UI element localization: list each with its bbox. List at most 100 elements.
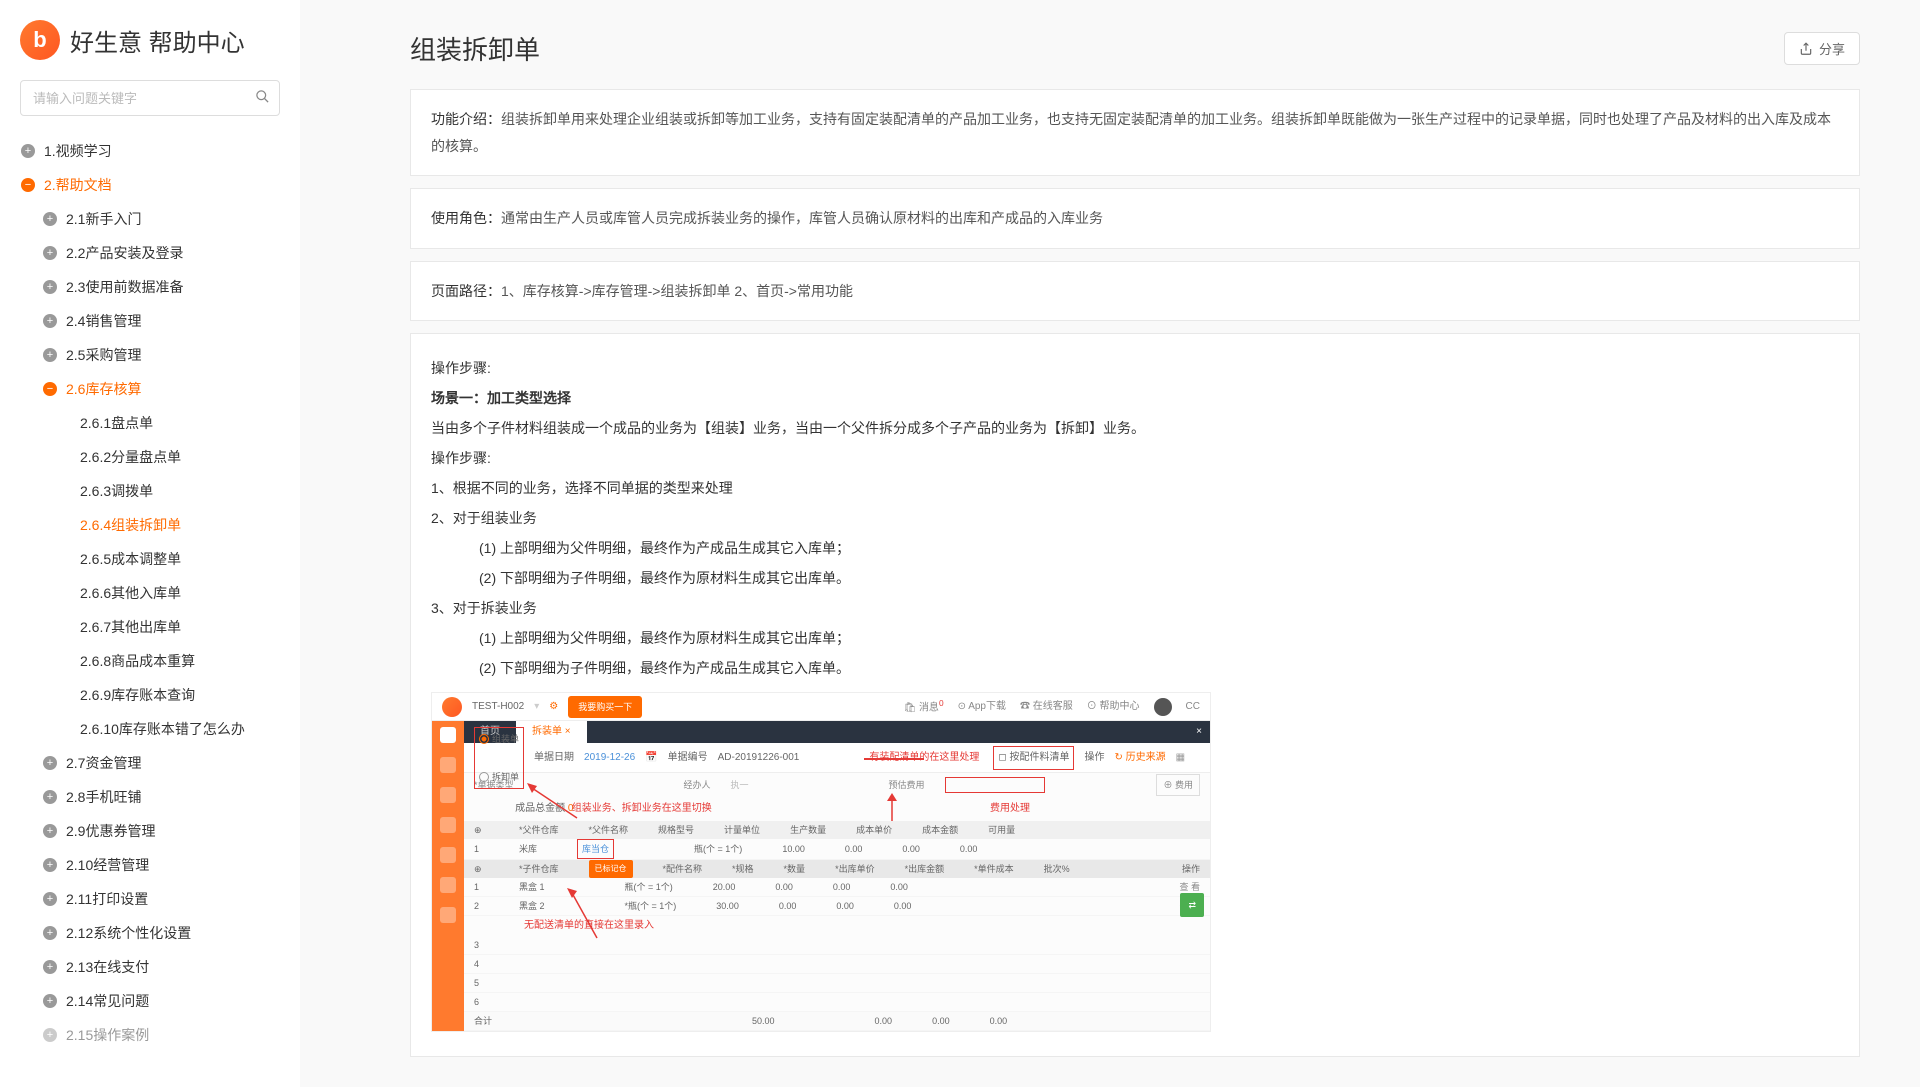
nav-label: 2.13在线支付 bbox=[66, 957, 149, 977]
nav-label: 2.14常见问题 bbox=[66, 991, 149, 1011]
nav-2-6-10[interactable]: 2.6.10库存账本错了怎么办 bbox=[20, 712, 280, 746]
plus-icon: + bbox=[43, 858, 57, 872]
title-row: 组装拆卸单 分享 bbox=[410, 30, 1860, 67]
arrow-icon bbox=[864, 758, 924, 760]
search-input[interactable] bbox=[20, 80, 280, 116]
cell: 0.00 bbox=[890, 878, 908, 896]
nav-label: 2.6.1盘点单 bbox=[80, 413, 153, 433]
nav-label: 2.1新手入门 bbox=[66, 209, 141, 229]
nav-2-6-9[interactable]: 2.6.9库存账本查询 bbox=[20, 678, 280, 712]
ss-pill: 已标记仓 bbox=[589, 860, 633, 878]
table-row: 1黑盒 1瓶(个 = 1个)20.000.000.000.00查 看 bbox=[464, 878, 1210, 897]
th: 批次% bbox=[1044, 860, 1070, 878]
nav-2-8[interactable]: +2.8手机旺铺 bbox=[20, 780, 280, 814]
step-3: 3、对于拆装业务 bbox=[431, 594, 1839, 622]
step-3-1: (1) 上部明细为父件明细，最终作为原材料生成其它出库单； bbox=[431, 624, 1839, 652]
ss-table-head-child: ⊕ *子件仓库 已标记仓 *配件名称 *规格 *数量 *出库单价 *出库金额 *… bbox=[464, 860, 1210, 878]
ss-table-head-parent: ⊕ *父件仓库 *父件名称 规格型号 计量单位 生产数量 成本单价 成本金额 可… bbox=[464, 821, 1210, 839]
nav-label: 2.15操作案例 bbox=[66, 1025, 149, 1045]
plus-icon: + bbox=[43, 994, 57, 1008]
nav-label: 2.6.7其他出库单 bbox=[80, 617, 181, 637]
cell: 0.00 bbox=[833, 878, 851, 896]
step-2: 2、对于组装业务 bbox=[431, 504, 1839, 532]
table-row: 3 bbox=[464, 936, 1210, 955]
table-row: 5 bbox=[464, 974, 1210, 993]
path-box: 页面路径：1、库存核算->库存管理->组装拆卸单 2、首页->常用功能 bbox=[410, 261, 1860, 322]
plus-icon: + bbox=[43, 892, 57, 906]
nav-2-13[interactable]: +2.13在线支付 bbox=[20, 950, 280, 984]
nav-2-12[interactable]: +2.12系统个性化设置 bbox=[20, 916, 280, 950]
nav-video-learning[interactable]: +1.视频学习 bbox=[20, 134, 280, 168]
nav-label: 2.4销售管理 bbox=[66, 311, 141, 331]
nav-2-6-1[interactable]: 2.6.1盘点单 bbox=[20, 406, 280, 440]
nav-2-3[interactable]: +2.3使用前数据准备 bbox=[20, 270, 280, 304]
operation-title: 操作步骤: bbox=[431, 354, 1839, 382]
nav-2-6-6[interactable]: 2.6.6其他入库单 bbox=[20, 576, 280, 610]
nav-2-6-5[interactable]: 2.6.5成本调整单 bbox=[20, 542, 280, 576]
th: 计量单位 bbox=[724, 821, 760, 839]
nav-label: 2.10经营管理 bbox=[66, 855, 149, 875]
ss-fee-box bbox=[945, 777, 1045, 793]
gear-icon: ⚙ bbox=[549, 697, 558, 717]
cell: 10.00 bbox=[782, 840, 805, 858]
nav-label: 2.帮助文档 bbox=[44, 175, 112, 195]
nav-2-4[interactable]: +2.4销售管理 bbox=[20, 304, 280, 338]
search-icon[interactable] bbox=[255, 89, 270, 107]
table-row: 2黑盒 2*瓶(个 = 1个)30.000.000.000.00查 看 bbox=[464, 897, 1210, 916]
th: *子件仓库 bbox=[519, 860, 559, 878]
th: 成本金额 bbox=[922, 821, 958, 839]
nav-label: 2.6.5成本调整单 bbox=[80, 549, 181, 569]
sidebar: b 好生意 帮助中心 +1.视频学习 −2.帮助文档 +2.1新手入门 +2.2… bbox=[0, 0, 300, 1087]
cell: 0.00 bbox=[902, 840, 920, 858]
ss-nav-icon bbox=[440, 727, 456, 743]
role-box: 使用角色：通常由生产人员或库管人员完成拆装业务的操作，库管人员确认原材料的出库和… bbox=[410, 188, 1860, 249]
nav-2-1[interactable]: +2.1新手入门 bbox=[20, 202, 280, 236]
nav-label: 1.视频学习 bbox=[44, 141, 112, 161]
share-label: 分享 bbox=[1819, 39, 1845, 58]
nav-2-5[interactable]: +2.5采购管理 bbox=[20, 338, 280, 372]
ss-bom-btn: ◻ 按配件料清单 bbox=[993, 746, 1074, 770]
nav-2-6-2[interactable]: 2.6.2分量盘点单 bbox=[20, 440, 280, 474]
logo: b 好生意 帮助中心 bbox=[20, 20, 280, 60]
plus-icon: + bbox=[43, 246, 57, 260]
nav-help-docs[interactable]: −2.帮助文档 bbox=[20, 168, 280, 202]
search-box bbox=[20, 80, 280, 116]
cell: 0.00 bbox=[836, 897, 854, 915]
nav-2-10[interactable]: +2.10经营管理 bbox=[20, 848, 280, 882]
share-button[interactable]: 分享 bbox=[1784, 32, 1860, 65]
plus-icon: + bbox=[43, 960, 57, 974]
main-content: 组装拆卸单 分享 功能介绍：组装拆卸单用来处理企业组装或拆卸等加工业务，支持有固… bbox=[300, 0, 1920, 1087]
nav-2-2[interactable]: +2.2产品安装及登录 bbox=[20, 236, 280, 270]
nav-2-6-4[interactable]: 2.6.4组装拆卸单 bbox=[20, 508, 280, 542]
page-title: 组装拆卸单 bbox=[410, 30, 540, 67]
th: 成本单价 bbox=[856, 821, 892, 839]
ss-fee-btn: ⊕ 费用 bbox=[1156, 774, 1200, 796]
cell: 瓶(个 = 1个) bbox=[625, 878, 673, 896]
nav-2-11[interactable]: +2.11打印设置 bbox=[20, 882, 280, 916]
nav-2-6-3[interactable]: 2.6.3调拨单 bbox=[20, 474, 280, 508]
ss-content: 首页 拆装单 × × 组装单 拆卸单 单据日期 2019-12-26 bbox=[464, 721, 1210, 1031]
nav-2-6-7[interactable]: 2.6.7其他出库单 bbox=[20, 610, 280, 644]
ss-service: ☎ 在线客服 bbox=[1020, 697, 1073, 717]
nav-2-6[interactable]: −2.6库存核算 bbox=[20, 372, 280, 406]
nav-2-6-8[interactable]: 2.6.8商品成本重算 bbox=[20, 644, 280, 678]
ss-tenant: TEST-H002 bbox=[472, 697, 524, 717]
cell: *瓶(个 = 1个) bbox=[625, 897, 677, 915]
table-row: 4 bbox=[464, 955, 1210, 974]
nav-2-7[interactable]: +2.7资金管理 bbox=[20, 746, 280, 780]
nav-2-15[interactable]: +2.15操作案例 bbox=[20, 1018, 280, 1052]
nav-label: 2.12系统个性化设置 bbox=[66, 923, 191, 943]
minus-icon: − bbox=[21, 178, 35, 192]
nav-label: 2.2产品安装及登录 bbox=[66, 243, 183, 263]
plus-icon: + bbox=[43, 280, 57, 294]
operation-title-2: 操作步骤: bbox=[431, 444, 1839, 472]
plus-icon: + bbox=[43, 824, 57, 838]
cell: 0.00 bbox=[775, 878, 793, 896]
ss-topbar: TEST-H002 ▾ ⚙ 我要购买一下 🛍 消息0 ⊙ App下载 ☎ 在线客… bbox=[432, 693, 1210, 721]
nav-2-9[interactable]: +2.9优惠券管理 bbox=[20, 814, 280, 848]
nav-2-14[interactable]: +2.14常见问题 bbox=[20, 984, 280, 1018]
cell: 0.00 bbox=[845, 840, 863, 858]
path-text: 1、库存核算->库存管理->组装拆卸单 2、首页->常用功能 bbox=[501, 283, 853, 299]
nav-label: 2.6.6其他入库单 bbox=[80, 583, 181, 603]
ss-action-button: ⇄ bbox=[1180, 893, 1204, 917]
